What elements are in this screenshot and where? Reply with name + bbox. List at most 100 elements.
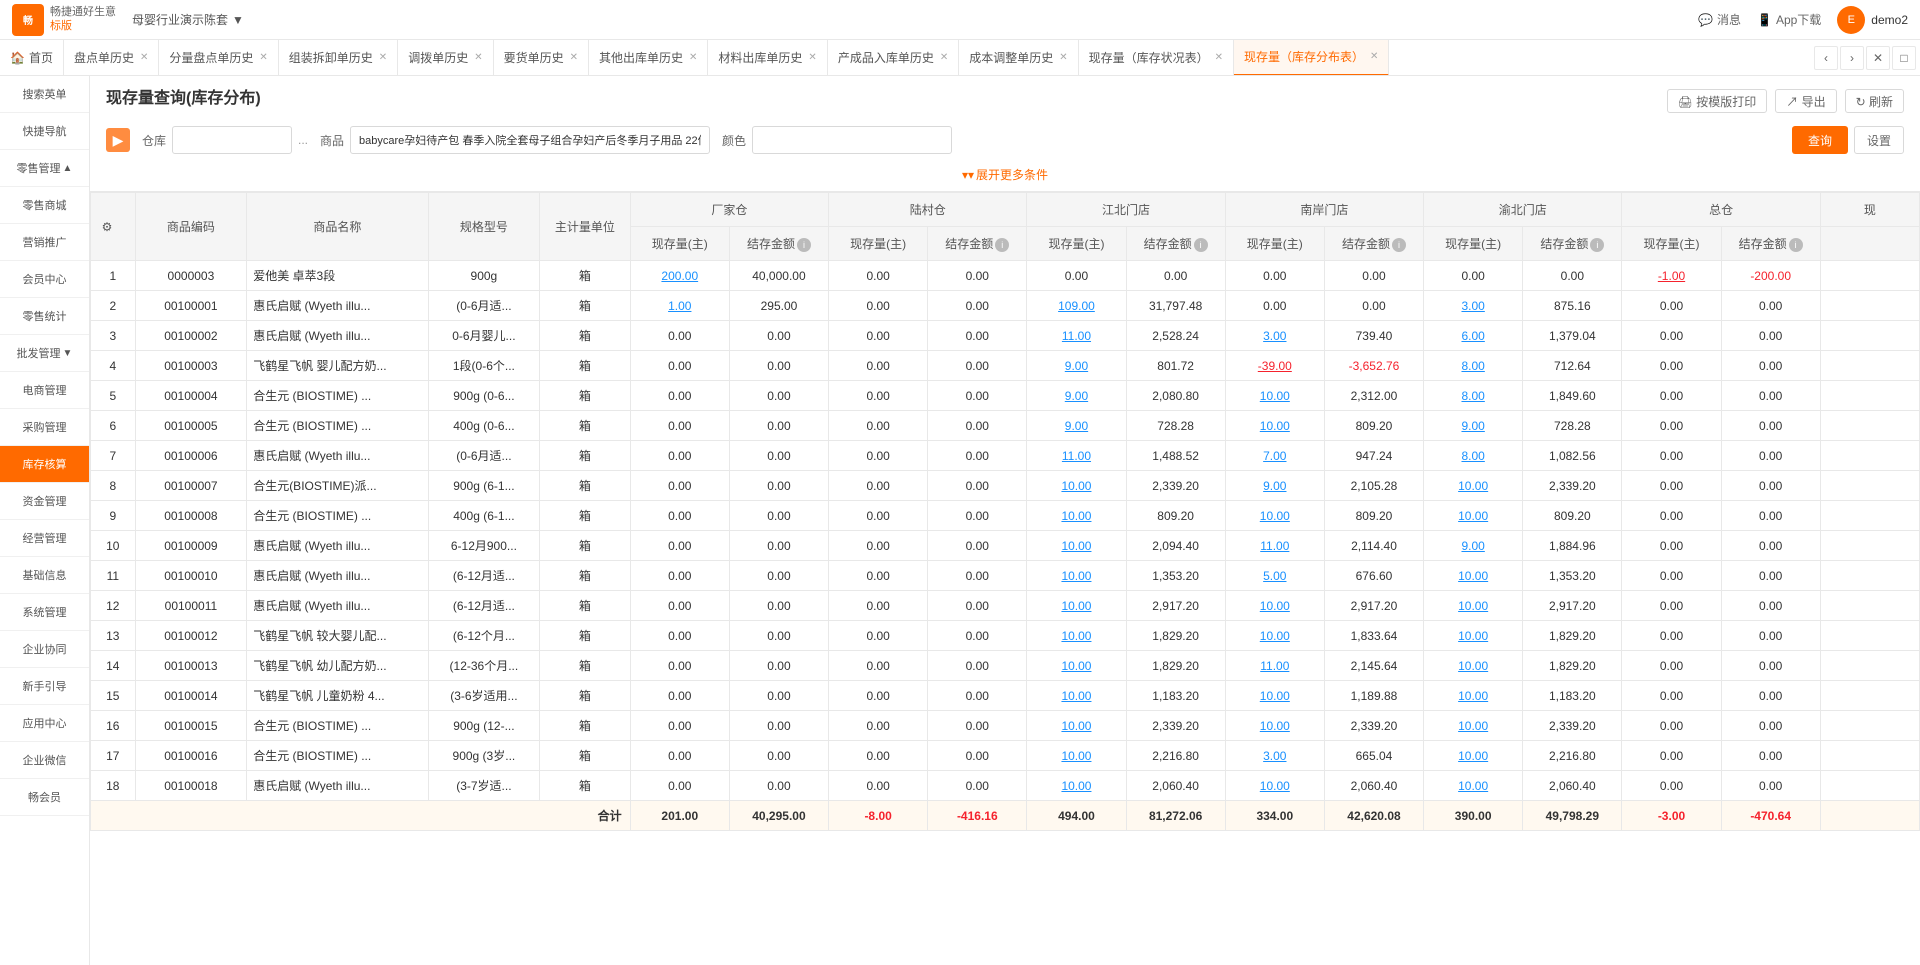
tab-home[interactable]: 🏠 首页 — [0, 40, 64, 76]
sidebar-item-basic-info[interactable]: 基础信息 — [0, 557, 89, 594]
cell-lu-qty[interactable]: 0.00 — [829, 771, 928, 801]
cell-factory-qty[interactable]: 0.00 — [630, 651, 729, 681]
cell-na-qty[interactable]: 10.00 — [1225, 681, 1324, 711]
cell-yb-qty[interactable]: 10.00 — [1424, 741, 1523, 771]
cell-na-qty[interactable]: 3.00 — [1225, 321, 1324, 351]
cell-lu-qty[interactable]: 0.00 — [829, 561, 928, 591]
cell-jb-qty[interactable]: 10.00 — [1027, 531, 1126, 561]
cell-lu-qty[interactable]: 0.00 — [829, 741, 928, 771]
sidebar-item-purchase[interactable]: 采购管理 — [0, 409, 89, 446]
cell-factory-qty[interactable]: 0.00 — [630, 621, 729, 651]
cell-total-qty[interactable]: 0.00 — [1622, 651, 1721, 681]
settings-button[interactable]: 设置 — [1854, 126, 1904, 154]
cell-yb-qty[interactable]: 10.00 — [1424, 561, 1523, 591]
sidebar-item-operations[interactable]: 经营管理 — [0, 520, 89, 557]
sidebar-item-search[interactable]: 搜索英单 — [0, 76, 89, 113]
tab-stock-dist[interactable]: 现存量（库存分布表） ✕ — [1234, 40, 1389, 76]
cell-lu-qty[interactable]: 0.00 — [829, 711, 928, 741]
info-icon6[interactable]: i — [1789, 238, 1803, 252]
cell-lu-qty[interactable]: 0.00 — [829, 441, 928, 471]
cell-na-qty[interactable]: -39.00 — [1225, 351, 1324, 381]
sidebar-item-app-center[interactable]: 应用中心 — [0, 705, 89, 742]
tab-inventory-check[interactable]: 盘点单历史 ✕ — [64, 40, 159, 76]
cell-lu-qty[interactable]: 0.00 — [829, 321, 928, 351]
tab-product-in[interactable]: 产成品入库单历史 ✕ — [828, 40, 959, 76]
cell-yb-qty[interactable]: 3.00 — [1424, 291, 1523, 321]
cell-total-qty[interactable]: 0.00 — [1622, 681, 1721, 711]
cell-factory-qty[interactable]: 0.00 — [630, 321, 729, 351]
cell-total-qty[interactable]: 0.00 — [1622, 441, 1721, 471]
tab-menu-btn[interactable]: □ — [1892, 46, 1916, 70]
warehouse-input[interactable] — [172, 126, 292, 154]
tab-close-icon[interactable]: ✕ — [570, 52, 578, 63]
cell-jb-qty[interactable]: 10.00 — [1027, 621, 1126, 651]
cell-yb-qty[interactable]: 6.00 — [1424, 321, 1523, 351]
cell-lu-qty[interactable]: 0.00 — [829, 471, 928, 501]
tab-material-out[interactable]: 材料出库单历史 ✕ — [708, 40, 827, 76]
cell-yb-qty[interactable]: 10.00 — [1424, 471, 1523, 501]
info-icon[interactable]: i — [797, 238, 811, 252]
refresh-button[interactable]: ↻ 刷新 — [1845, 89, 1904, 113]
cell-na-qty[interactable]: 10.00 — [1225, 711, 1324, 741]
cell-yb-qty[interactable]: 0.00 — [1424, 261, 1523, 291]
cell-lu-qty[interactable]: 0.00 — [829, 381, 928, 411]
cell-total-qty[interactable]: 0.00 — [1622, 321, 1721, 351]
tab-close-icon[interactable]: ✕ — [940, 52, 948, 63]
info-icon2[interactable]: i — [995, 238, 1009, 252]
cell-factory-qty[interactable]: 0.00 — [630, 741, 729, 771]
cell-total-qty[interactable]: 0.00 — [1622, 771, 1721, 801]
cell-jb-qty[interactable]: 10.00 — [1027, 771, 1126, 801]
tab-other-out[interactable]: 其他出库单历史 ✕ — [589, 40, 708, 76]
tab-close-icon[interactable]: ✕ — [1215, 52, 1223, 63]
cell-jb-qty[interactable]: 9.00 — [1027, 381, 1126, 411]
cell-yb-qty[interactable]: 8.00 — [1424, 441, 1523, 471]
sidebar-item-retail-mgmt[interactable]: 零售管理▲ — [0, 150, 89, 187]
cell-total-qty[interactable]: 0.00 — [1622, 741, 1721, 771]
cell-yb-qty[interactable]: 8.00 — [1424, 351, 1523, 381]
cell-total-qty[interactable]: 0.00 — [1622, 561, 1721, 591]
cell-yb-qty[interactable]: 8.00 — [1424, 381, 1523, 411]
info-icon3[interactable]: i — [1194, 238, 1208, 252]
cell-total-qty[interactable]: 0.00 — [1622, 351, 1721, 381]
warehouse-ellipsis[interactable]: ... — [298, 133, 308, 147]
cell-lu-qty[interactable]: 0.00 — [829, 411, 928, 441]
cell-factory-qty[interactable]: 0.00 — [630, 531, 729, 561]
sidebar-item-retail-stats[interactable]: 零售统计 — [0, 298, 89, 335]
cell-lu-qty[interactable]: 0.00 — [829, 531, 928, 561]
cell-total-qty[interactable]: 0.00 — [1622, 711, 1721, 741]
expand-more-btn[interactable]: ▾▾ 展开更多条件 — [962, 166, 1048, 183]
cell-na-qty[interactable]: 0.00 — [1225, 261, 1324, 291]
cell-yb-qty[interactable]: 10.00 — [1424, 591, 1523, 621]
info-icon4[interactable]: i — [1392, 238, 1406, 252]
cell-jb-qty[interactable]: 10.00 — [1027, 711, 1126, 741]
cell-na-qty[interactable]: 10.00 — [1225, 621, 1324, 651]
cell-factory-qty[interactable]: 0.00 — [630, 711, 729, 741]
cell-na-qty[interactable]: 7.00 — [1225, 441, 1324, 471]
tab-sub-inventory[interactable]: 分量盘点单历史 ✕ — [159, 40, 278, 76]
tab-close-icon[interactable]: ✕ — [259, 52, 267, 63]
cell-na-qty[interactable]: 0.00 — [1225, 291, 1324, 321]
app-action[interactable]: 📱 App下载 — [1757, 11, 1821, 28]
tab-requisition[interactable]: 要货单历史 ✕ — [494, 40, 589, 76]
cell-total-qty[interactable]: 0.00 — [1622, 621, 1721, 651]
cell-total-qty[interactable]: 0.00 — [1622, 501, 1721, 531]
cell-factory-qty[interactable]: 0.00 — [630, 471, 729, 501]
tab-close-icon[interactable]: ✕ — [1059, 52, 1067, 63]
cell-yb-qty[interactable]: 9.00 — [1424, 531, 1523, 561]
message-action[interactable]: 💬 消息 — [1698, 11, 1741, 28]
sidebar-item-wechat[interactable]: 企业微信 — [0, 742, 89, 779]
cell-jb-qty[interactable]: 10.00 — [1027, 651, 1126, 681]
cell-na-qty[interactable]: 10.00 — [1225, 591, 1324, 621]
cell-jb-qty[interactable]: 10.00 — [1027, 681, 1126, 711]
cell-na-qty[interactable]: 10.00 — [1225, 771, 1324, 801]
sidebar-item-inventory[interactable]: 库存核算 — [0, 446, 89, 483]
cell-yb-qty[interactable]: 9.00 — [1424, 411, 1523, 441]
cell-na-qty[interactable]: 5.00 — [1225, 561, 1324, 591]
tab-prev-btn[interactable]: ‹ — [1814, 46, 1838, 70]
cell-total-qty[interactable]: 0.00 — [1622, 291, 1721, 321]
tab-transfer[interactable]: 调拨单历史 ✕ — [398, 40, 493, 76]
industry-dropdown[interactable]: 母婴行业演示陈套 ▼ — [132, 11, 244, 28]
sidebar-item-retail-store[interactable]: 零售商城 — [0, 187, 89, 224]
cell-total-qty[interactable]: -1.00 — [1622, 261, 1721, 291]
sidebar-item-member2[interactable]: 畅会员 — [0, 779, 89, 816]
